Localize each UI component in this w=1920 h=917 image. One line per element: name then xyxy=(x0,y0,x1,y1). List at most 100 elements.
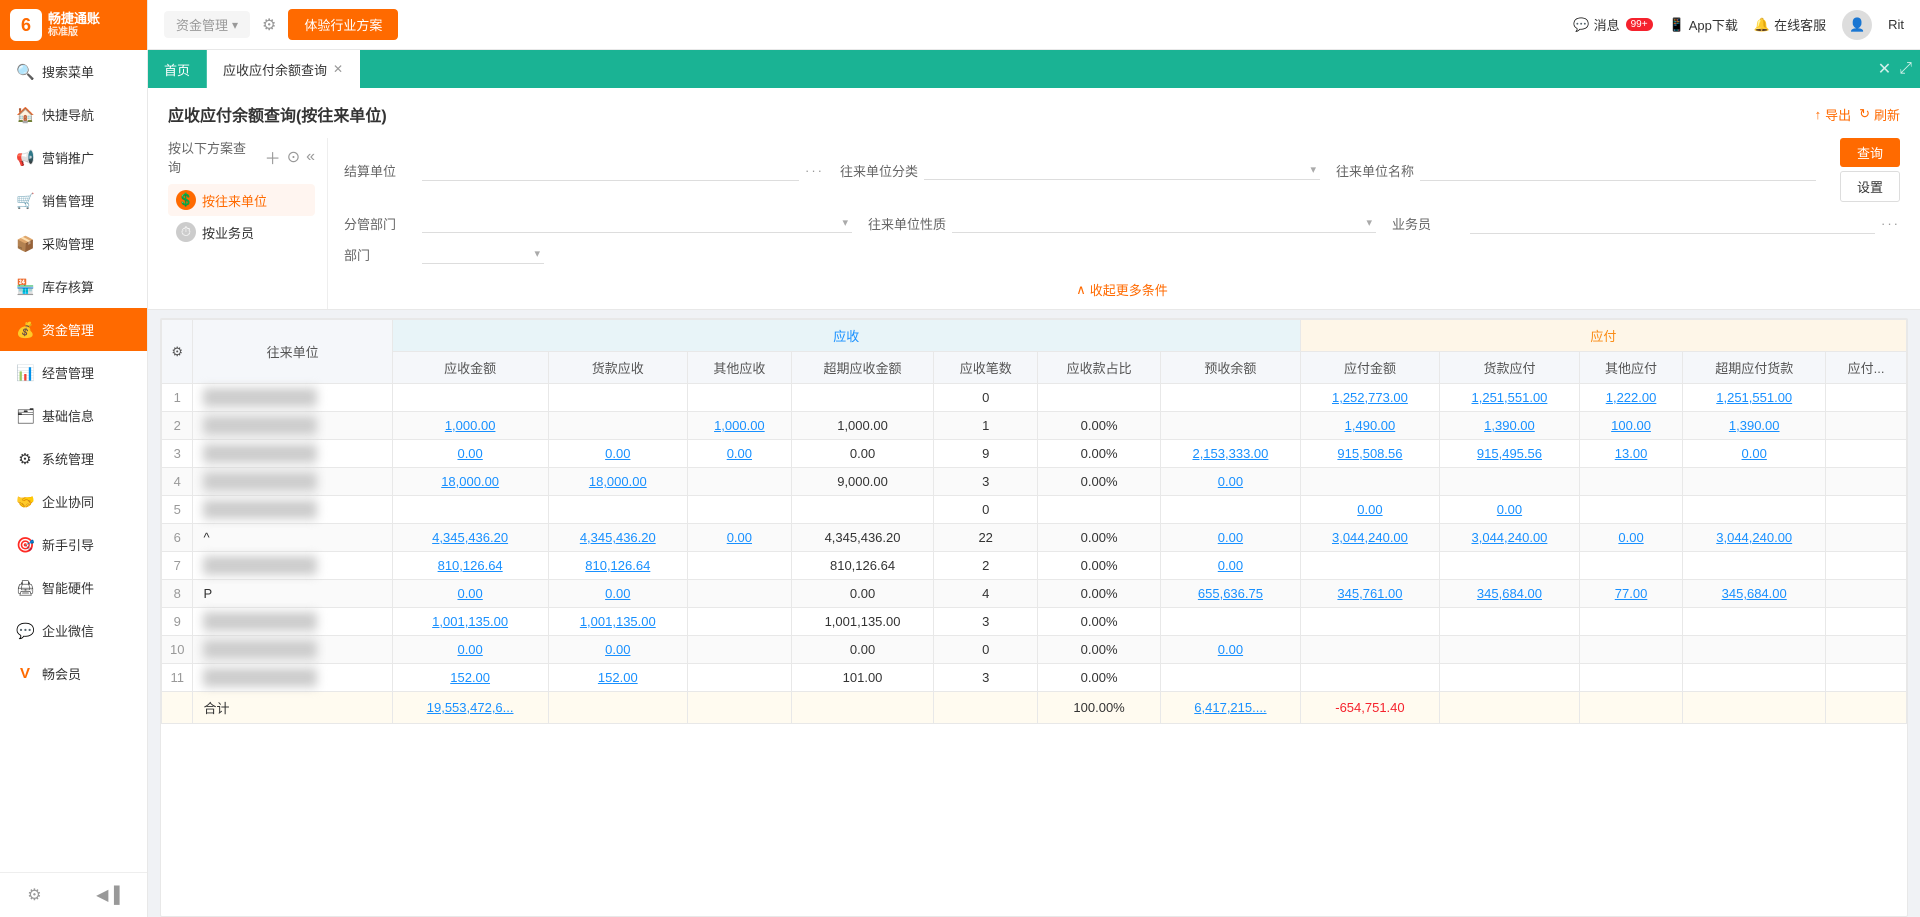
jiesuan-input[interactable] xyxy=(422,159,799,181)
table-cell[interactable]: 0.00 xyxy=(688,524,792,552)
table-cell[interactable]: 810,126.64 xyxy=(392,552,548,580)
table-cell[interactable]: 0.00 xyxy=(1161,552,1301,580)
filter-add-icon[interactable]: ＋ xyxy=(265,145,281,169)
query-button[interactable]: 查询 xyxy=(1840,138,1900,167)
table-cell[interactable]: 1,000.00 xyxy=(688,412,792,440)
filter-option-by-partner[interactable]: 💲 按往来单位 xyxy=(168,184,315,216)
table-cell[interactable]: 0.00 xyxy=(392,636,548,664)
table-cell[interactable]: 0.00 xyxy=(1161,468,1301,496)
table-cell[interactable]: 0.00 xyxy=(392,580,548,608)
table-cell[interactable]: 0.00 xyxy=(392,440,548,468)
partner-category-select[interactable]: ▾ xyxy=(924,160,1320,180)
table-cell[interactable]: 0.00 xyxy=(688,440,792,468)
filter-option-by-salesperson[interactable]: ⏱ 按业务员 xyxy=(168,216,315,248)
table-cell[interactable]: 0.00 xyxy=(548,580,688,608)
sidebar-item-collab[interactable]: 🤝 企业协同 xyxy=(0,480,147,523)
table-cell[interactable]: 1,001,135.00 xyxy=(392,608,548,636)
sidebar-item-quicknav[interactable]: 🏠 快捷导航 xyxy=(0,93,147,136)
sidebar-collapse-icon[interactable]: ◀▐ xyxy=(88,881,128,909)
table-cell[interactable]: 0.00 xyxy=(548,636,688,664)
table-cell[interactable]: 13.00 xyxy=(1579,440,1683,468)
table-cell[interactable]: 1,490.00 xyxy=(1300,412,1440,440)
col-settings-icon[interactable]: ⚙ xyxy=(162,320,193,384)
table-cell[interactable]: 1,252,773.00 xyxy=(1300,384,1440,412)
footer-ar-total[interactable]: 19,553,472,6... xyxy=(392,692,548,724)
gear-icon[interactable]: ⚙ xyxy=(262,15,276,35)
table-cell[interactable]: 1,000.00 xyxy=(392,412,548,440)
tab-close-icon[interactable]: ✕ xyxy=(333,62,343,76)
table-cell[interactable]: 3,044,240.00 xyxy=(1300,524,1440,552)
table-cell[interactable]: 0.00 xyxy=(1161,524,1301,552)
table-cell[interactable]: 0.00 xyxy=(1579,524,1683,552)
sidebar-settings-icon[interactable]: ⚙ xyxy=(19,881,49,909)
sidebar-item-marketing[interactable]: 📢 营销推广 xyxy=(0,136,147,179)
sidebar-item-hardware[interactable]: 🖨 智能硬件 xyxy=(0,566,147,609)
table-cell xyxy=(791,384,934,412)
table-cell[interactable]: 1,390.00 xyxy=(1683,412,1826,440)
sidebar-item-wechat[interactable]: 💬 企业微信 xyxy=(0,609,147,652)
salesperson-dots-icon[interactable]: ··· xyxy=(1881,216,1900,231)
dept-select[interactable]: ▾ xyxy=(422,244,544,264)
footer-advance[interactable]: 6,417,215.... xyxy=(1161,692,1301,724)
table-cell[interactable]: 152.00 xyxy=(392,664,548,692)
table-cell[interactable]: 0.00 xyxy=(1440,496,1580,524)
tab-ar-ap[interactable]: 应收应付余额查询 ✕ xyxy=(207,50,360,88)
table-cell[interactable]: 152.00 xyxy=(548,664,688,692)
table-cell[interactable]: 345,761.00 xyxy=(1300,580,1440,608)
filter-settings-icon[interactable]: ⊙ xyxy=(287,147,300,167)
sidebar-item-system[interactable]: ⚙ 系统管理 xyxy=(0,437,147,480)
table-cell[interactable]: 0.00 xyxy=(1161,636,1301,664)
table-cell[interactable]: 18,000.00 xyxy=(392,468,548,496)
table-cell[interactable]: 0.00 xyxy=(548,440,688,468)
sidebar-item-inventory[interactable]: 🏪 库存核算 xyxy=(0,265,147,308)
partner-nature-select[interactable]: ▾ xyxy=(952,213,1376,233)
table-cell[interactable]: 4,345,436.20 xyxy=(548,524,688,552)
table-cell[interactable]: 915,508.56 xyxy=(1300,440,1440,468)
sidebar-item-operations[interactable]: 📊 经营管理 xyxy=(0,351,147,394)
partner-name-input[interactable] xyxy=(1420,159,1816,181)
sidebar-item-vip[interactable]: V 畅会员 xyxy=(0,652,147,695)
refresh-button[interactable]: ↻ 刷新 xyxy=(1859,105,1900,124)
table-cell[interactable]: 1,222.00 xyxy=(1579,384,1683,412)
sidebar-item-search[interactable]: 🔍 搜索菜单 xyxy=(0,50,147,93)
table-cell[interactable]: 3,044,240.00 xyxy=(1683,524,1826,552)
tab-close-all-icon[interactable]: ✕ xyxy=(1878,59,1891,79)
sidebar-item-purchase[interactable]: 📦 采购管理 xyxy=(0,222,147,265)
table-cell[interactable]: 4,345,436.20 xyxy=(392,524,548,552)
table-cell[interactable]: 1,390.00 xyxy=(1440,412,1580,440)
table-cell[interactable]: 3,044,240.00 xyxy=(1440,524,1580,552)
table-cell[interactable]: 2,153,333.00 xyxy=(1161,440,1301,468)
fenguan-select[interactable]: ▾ xyxy=(422,213,852,233)
filter-partner-nature: 往来单位性质 ▾ xyxy=(868,213,1376,233)
salesperson-input[interactable] xyxy=(1470,212,1875,234)
online-service-button[interactable]: 🔔 在线客服 xyxy=(1754,15,1826,34)
jiesuan-dots-icon[interactable]: ··· xyxy=(805,163,824,178)
table-cell[interactable]: 345,684.00 xyxy=(1440,580,1580,608)
table-cell[interactable]: 77.00 xyxy=(1579,580,1683,608)
tab-expand-icon[interactable]: ⤢ xyxy=(1899,60,1912,78)
table-cell[interactable]: 655,636.75 xyxy=(1161,580,1301,608)
sidebar-item-basic[interactable]: 🗂 基础信息 xyxy=(0,394,147,437)
table-cell[interactable]: 810,126.64 xyxy=(548,552,688,580)
table-cell[interactable]: 1,251,551.00 xyxy=(1440,384,1580,412)
sidebar-item-sales[interactable]: 🛒 销售管理 xyxy=(0,179,147,222)
sidebar-item-finance[interactable]: 💰 资金管理 xyxy=(0,308,147,351)
table-cell[interactable]: 1,001,135.00 xyxy=(548,608,688,636)
filter-back-icon[interactable]: « xyxy=(306,148,315,166)
avatar[interactable]: 👤 xyxy=(1842,10,1872,40)
filter-collapse-button[interactable]: ∧ 收起更多条件 xyxy=(344,274,1900,309)
table-cell[interactable]: 0.00 xyxy=(1300,496,1440,524)
table-cell[interactable]: 18,000.00 xyxy=(548,468,688,496)
message-button[interactable]: 💬 消息 99+ xyxy=(1573,15,1652,34)
settings-button[interactable]: 设置 xyxy=(1840,171,1900,202)
table-cell[interactable]: 100.00 xyxy=(1579,412,1683,440)
table-cell[interactable]: 0.00 xyxy=(1683,440,1826,468)
table-cell[interactable]: 1,251,551.00 xyxy=(1683,384,1826,412)
table-cell[interactable]: 915,495.56 xyxy=(1440,440,1580,468)
app-download-button[interactable]: 📱 App下载 xyxy=(1669,15,1738,34)
sidebar-item-guide[interactable]: 🎯 新手引导 xyxy=(0,523,147,566)
export-button[interactable]: ↑ 导出 xyxy=(1815,105,1852,124)
solution-button[interactable]: 体验行业方案 xyxy=(288,9,398,40)
table-cell[interactable]: 345,684.00 xyxy=(1683,580,1826,608)
tab-home[interactable]: 首页 xyxy=(148,50,207,88)
